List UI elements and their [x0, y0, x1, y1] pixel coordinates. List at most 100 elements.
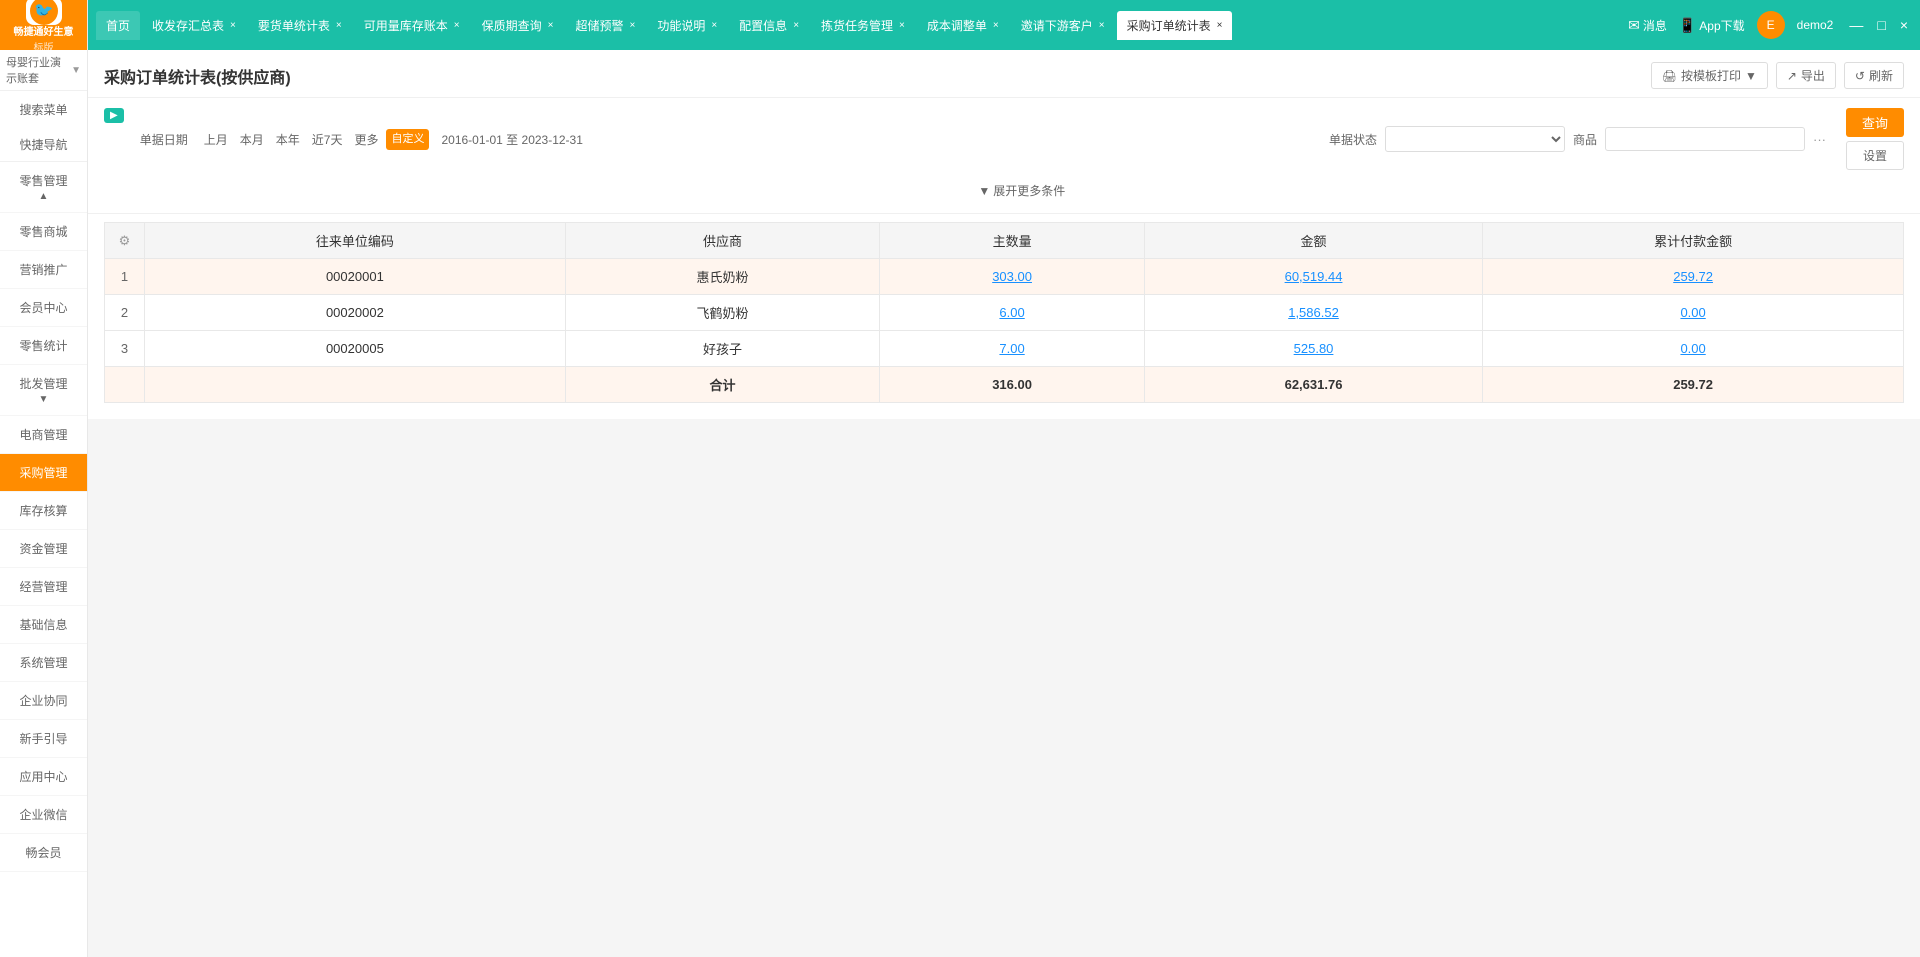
close-active-tab-icon[interactable]: ×	[1217, 20, 1223, 31]
expand-more-conditions-button[interactable]: ▼ 展开更多条件	[978, 182, 1065, 199]
content-area: 采购订单统计表(按供应商) 🖨 按模板打印 ▼ ↗ 导出 ↺ 刷新	[88, 50, 1920, 957]
footer-paid: 259.72	[1483, 367, 1904, 403]
sidebar-item-wholesale[interactable]: 批发管理 ▼	[0, 365, 87, 416]
app-download-button[interactable]: 📱 App下载	[1679, 17, 1745, 34]
close-tab-icon[interactable]: ×	[993, 20, 999, 31]
close-tab-icon[interactable]: ×	[629, 20, 635, 31]
tab-over-stock[interactable]: 超储预警 ×	[565, 11, 645, 40]
quick-nav-button[interactable]: 快捷导航	[6, 132, 81, 157]
tab-config-info[interactable]: 配置信息 ×	[729, 11, 809, 40]
shortcut-last-7-days[interactable]: 近7天	[308, 129, 347, 150]
sidebar-item-finance[interactable]: 资金管理	[0, 530, 87, 568]
minimize-button[interactable]: —	[1845, 15, 1867, 35]
export-icon: ↗	[1787, 69, 1797, 83]
tab-shelf-life[interactable]: 保质期查询 ×	[472, 11, 564, 40]
maximize-button[interactable]: □	[1873, 15, 1889, 35]
sidebar-item-basic-info[interactable]: 基础信息	[0, 606, 87, 644]
sidebar-item-app-center[interactable]: 应用中心	[0, 758, 87, 796]
dropdown-arrow-icon: ▼	[1745, 69, 1757, 83]
sidebar-item-purchase[interactable]: 采购管理	[0, 454, 87, 492]
filter-toggle-button[interactable]: ▶	[104, 108, 124, 123]
tab-receive-send[interactable]: 收发存汇总表 ×	[142, 11, 246, 40]
shortcut-this-year[interactable]: 本年	[272, 129, 304, 150]
shortcut-last-month[interactable]: 上月	[200, 129, 232, 150]
tab-goods-stats[interactable]: 要货单统计表 ×	[248, 11, 352, 40]
sidebar-item-retail-mall[interactable]: 零售商城	[0, 213, 87, 251]
tab-cost-adj[interactable]: 成本调整单 ×	[917, 11, 1009, 40]
expand-arrow-icon: ▲	[39, 191, 49, 202]
search-button[interactable]: 查询	[1846, 108, 1904, 137]
row-qty-3[interactable]: 7.00	[880, 331, 1145, 367]
sidebar-item-member[interactable]: 畅会员	[0, 834, 87, 872]
sidebar-item-member-center[interactable]: 会员中心	[0, 289, 87, 327]
sidebar-item-ecommerce[interactable]: 电商管理	[0, 416, 87, 454]
user-avatar[interactable]: E	[1757, 11, 1785, 39]
row-supplier-1: 惠氏奶粉	[565, 259, 880, 295]
sidebar-item-retail-stats[interactable]: 零售统计	[0, 327, 87, 365]
tab-available-inventory[interactable]: 可用量库存账本 ×	[354, 11, 470, 40]
tab-invite-customer[interactable]: 邀请下游客户 ×	[1011, 11, 1115, 40]
sidebar-item-system[interactable]: 系统管理	[0, 644, 87, 682]
table-row: 1 00020001 惠氏奶粉 303.00 60,519.44 259.72	[105, 259, 1904, 295]
footer-label: 合计	[565, 367, 880, 403]
tab-func-desc[interactable]: 功能说明 ×	[647, 11, 727, 40]
row-qty-1[interactable]: 303.00	[880, 259, 1145, 295]
messages-button[interactable]: ✉ 消息	[1628, 17, 1667, 34]
refresh-button[interactable]: ↺ 刷新	[1844, 62, 1904, 89]
close-tab-icon[interactable]: ×	[336, 20, 342, 31]
close-tab-icon[interactable]: ×	[711, 20, 717, 31]
settings-button[interactable]: 设置	[1846, 141, 1904, 170]
status-select[interactable]	[1385, 126, 1565, 152]
sidebar-item-marketing[interactable]: 营销推广	[0, 251, 87, 289]
tab-home[interactable]: 首页	[96, 11, 140, 40]
username-label[interactable]: demo2	[1797, 18, 1834, 32]
close-button[interactable]: ×	[1896, 15, 1912, 35]
sidebar-item-enterprise-wx[interactable]: 企业微信	[0, 796, 87, 834]
more-options-icon[interactable]: ···	[1813, 132, 1826, 147]
close-tab-icon[interactable]: ×	[793, 20, 799, 31]
industry-selector[interactable]: 母婴行业演示账套 ▼	[0, 50, 87, 91]
row-num-3: 3	[105, 331, 145, 367]
close-tab-icon[interactable]: ×	[899, 20, 905, 31]
row-paid-1[interactable]: 259.72	[1483, 259, 1904, 295]
sidebar-item-inventory[interactable]: 库存核算	[0, 492, 87, 530]
close-tab-icon[interactable]: ×	[230, 20, 236, 31]
row-amount-3[interactable]: 525.80	[1144, 331, 1482, 367]
shortcut-more[interactable]: 更多	[350, 129, 382, 150]
data-table: ⚙ 往来单位编码 供应商 主数量 金额 累计付款金额 1 00020001	[104, 222, 1904, 403]
row-amount-2[interactable]: 1,586.52	[1144, 295, 1482, 331]
goods-input[interactable]	[1605, 127, 1805, 151]
col-quantity: 主数量	[880, 223, 1145, 259]
sidebar-menu: 零售管理 ▲ 零售商城 营销推广 会员中心 零售统计 批发管理 ▼ 电商管理 采…	[0, 162, 87, 957]
row-paid-3[interactable]: 0.00	[1483, 331, 1904, 367]
sidebar-item-operations[interactable]: 经营管理	[0, 568, 87, 606]
industry-dropdown-icon: ▼	[71, 65, 81, 76]
export-button[interactable]: ↗ 导出	[1776, 62, 1836, 89]
tab-picking-tasks[interactable]: 拣货任务管理 ×	[811, 11, 915, 40]
row-code-3: 00020005	[145, 331, 566, 367]
custom-date-badge[interactable]: 自定义	[386, 129, 429, 150]
gear-icon[interactable]: ⚙	[119, 233, 131, 248]
close-tab-icon[interactable]: ×	[548, 20, 554, 31]
template-print-button[interactable]: 🖨 按模板打印 ▼	[1651, 62, 1768, 89]
row-paid-2[interactable]: 0.00	[1483, 295, 1904, 331]
col-unit-code: 往来单位编码	[145, 223, 566, 259]
goods-label: 商品	[1573, 131, 1597, 148]
close-tab-icon[interactable]: ×	[454, 20, 460, 31]
search-menu-button[interactable]: 搜索菜单	[6, 97, 81, 122]
tab-purchase-stats[interactable]: 采购订单统计表 ×	[1117, 11, 1233, 40]
window-controls: — □ ×	[1845, 15, 1912, 35]
row-qty-2[interactable]: 6.00	[880, 295, 1145, 331]
table-row: 2 00020002 飞鹤奶粉 6.00 1,586.52 0.00	[105, 295, 1904, 331]
shortcut-this-month[interactable]: 本月	[236, 129, 268, 150]
col-paid: 累计付款金额	[1483, 223, 1904, 259]
close-tab-icon[interactable]: ×	[1099, 20, 1105, 31]
footer-row: 合计 316.00 62,631.76 259.72	[105, 367, 1904, 403]
sidebar-item-new-guide[interactable]: 新手引导	[0, 720, 87, 758]
sidebar-item-enterprise[interactable]: 企业协同	[0, 682, 87, 720]
footer-amount: 62,631.76	[1144, 367, 1482, 403]
row-amount-1[interactable]: 60,519.44	[1144, 259, 1482, 295]
avatar-initial: E	[1767, 18, 1775, 32]
page-actions: 🖨 按模板打印 ▼ ↗ 导出 ↺ 刷新	[1651, 62, 1904, 89]
sidebar-item-retail-mgmt[interactable]: 零售管理 ▲	[0, 162, 87, 213]
